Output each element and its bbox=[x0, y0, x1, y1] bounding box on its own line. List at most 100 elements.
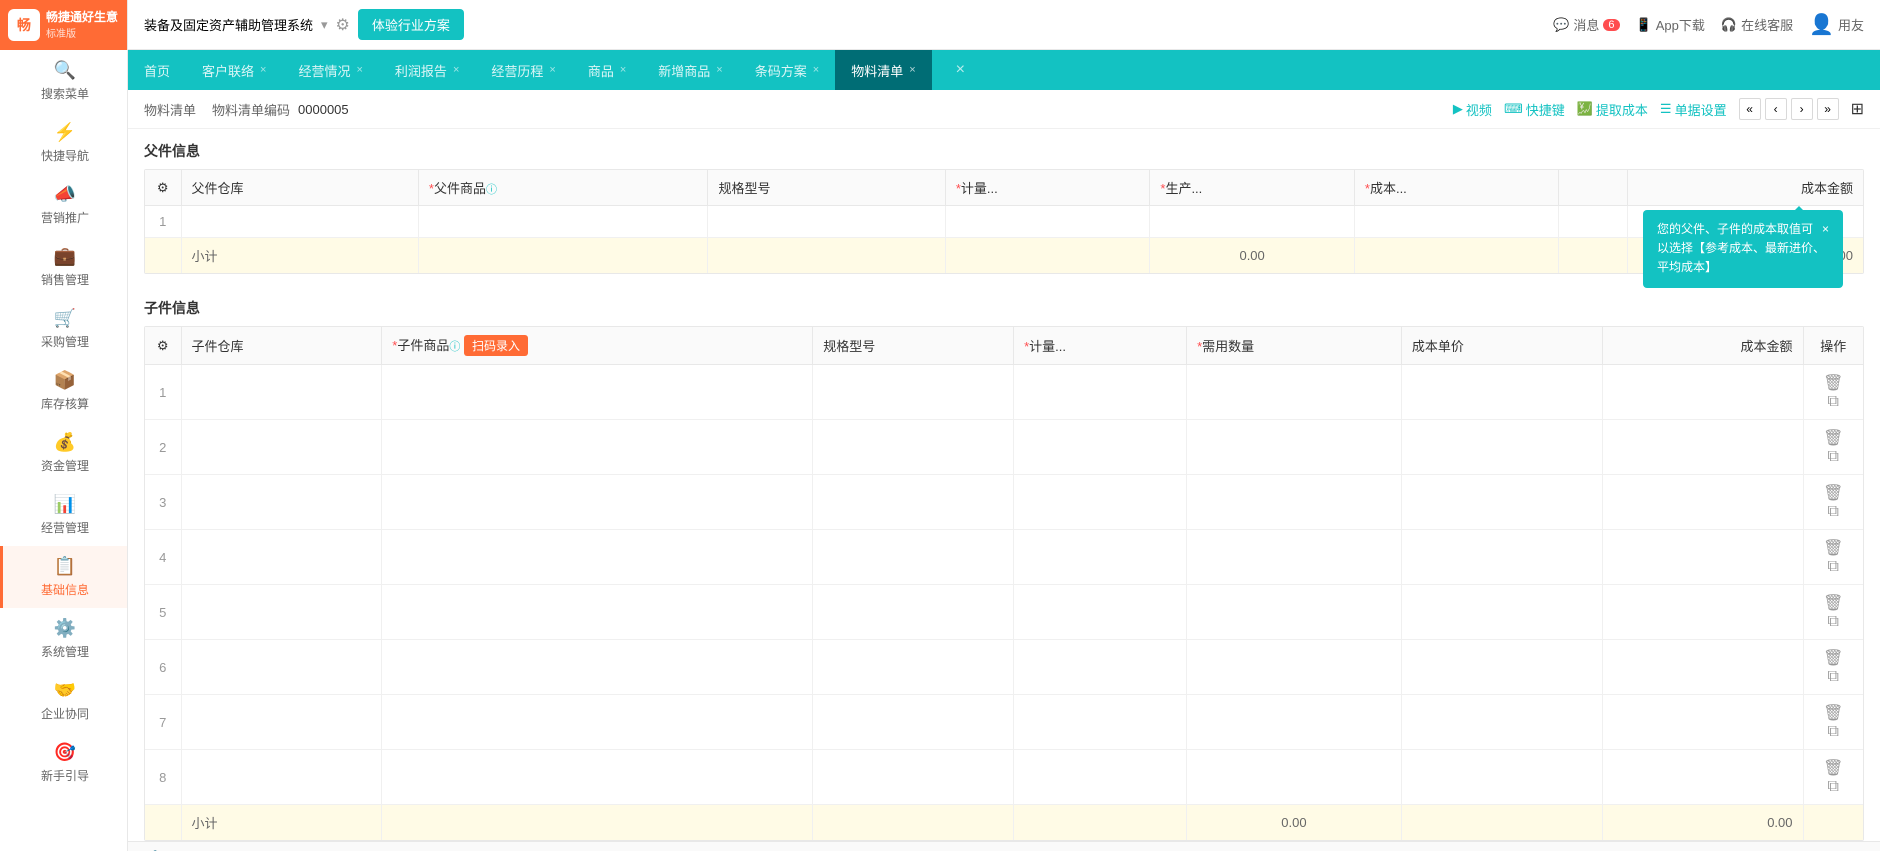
tab-history-close[interactable]: × bbox=[549, 64, 555, 76]
child-row-6-unit[interactable] bbox=[1014, 640, 1187, 695]
copy-icon[interactable]: ⧉ bbox=[1828, 393, 1839, 410]
tab-profit[interactable]: 利润报告 × bbox=[379, 50, 475, 90]
child-row-8-qty[interactable] bbox=[1187, 750, 1402, 805]
tab-operation-close[interactable]: × bbox=[356, 64, 362, 76]
copy-icon[interactable]: ⧉ bbox=[1828, 613, 1839, 630]
child-row-5-spec[interactable] bbox=[813, 585, 1014, 640]
tab-operation[interactable]: 经营情况 × bbox=[282, 50, 378, 90]
child-row-2-unit[interactable] bbox=[1014, 420, 1187, 475]
sidebar-item-collab[interactable]: 🤝 企业协同 bbox=[0, 670, 127, 732]
sidebar-item-business[interactable]: 📊 经营管理 bbox=[0, 484, 127, 546]
child-row-1-qty[interactable] bbox=[1187, 365, 1402, 420]
tab-goods-close[interactable]: × bbox=[620, 64, 626, 76]
parent-row-1-warehouse[interactable] bbox=[181, 206, 418, 238]
child-row-8-unit[interactable] bbox=[1014, 750, 1187, 805]
child-row-7-unit[interactable] bbox=[1014, 695, 1187, 750]
tab-barcode[interactable]: 条码方案 × bbox=[739, 50, 835, 90]
copy-icon[interactable]: ⧉ bbox=[1828, 668, 1839, 685]
child-row-8-warehouse[interactable] bbox=[181, 750, 382, 805]
tab-customer[interactable]: 客户联络 × bbox=[186, 50, 282, 90]
child-row-3-warehouse[interactable] bbox=[181, 475, 382, 530]
child-row-1-spec[interactable] bbox=[813, 365, 1014, 420]
sidebar-item-purchase[interactable]: 🛒 采购管理 bbox=[0, 298, 127, 360]
grid-view-icon[interactable]: ⊞ bbox=[1851, 99, 1864, 119]
delete-icon[interactable]: 🗑 bbox=[1823, 705, 1843, 722]
child-row-7-warehouse[interactable] bbox=[181, 695, 382, 750]
delete-icon[interactable]: 🗑 bbox=[1823, 485, 1843, 502]
child-row-6-goods[interactable] bbox=[382, 640, 813, 695]
child-row-5-unit[interactable] bbox=[1014, 585, 1187, 640]
delete-icon[interactable]: 🗑 bbox=[1823, 430, 1843, 447]
child-row-4-spec[interactable] bbox=[813, 530, 1014, 585]
delete-icon[interactable]: 🗑 bbox=[1823, 595, 1843, 612]
child-row-6-unit-cost[interactable] bbox=[1401, 640, 1602, 695]
sidebar-item-guide[interactable]: 🎯 新手引导 bbox=[0, 732, 127, 794]
nav-global-close[interactable]: × bbox=[948, 61, 973, 79]
child-row-5-qty[interactable] bbox=[1187, 585, 1402, 640]
delete-icon[interactable]: 🗑 bbox=[1823, 760, 1843, 777]
copy-icon[interactable]: ⧉ bbox=[1828, 723, 1839, 740]
child-row-4-qty[interactable] bbox=[1187, 530, 1402, 585]
action-single-setting[interactable]: ☰ 单据设置 bbox=[1660, 100, 1727, 119]
parent-th-settings[interactable]: ⚙ bbox=[145, 170, 181, 206]
settings-icon[interactable]: ⚙ bbox=[336, 15, 350, 35]
copy-icon[interactable]: ⧉ bbox=[1828, 448, 1839, 465]
prev-first-btn[interactable]: « bbox=[1739, 98, 1761, 120]
tab-bom-close[interactable]: × bbox=[909, 64, 915, 76]
child-row-7-spec[interactable] bbox=[813, 695, 1014, 750]
child-th-settings[interactable]: ⚙ bbox=[145, 327, 181, 365]
delete-icon[interactable]: 🗑 bbox=[1823, 650, 1843, 667]
parent-row-1-cost[interactable] bbox=[1354, 206, 1559, 238]
child-row-2-qty[interactable] bbox=[1187, 420, 1402, 475]
child-row-3-spec[interactable] bbox=[813, 475, 1014, 530]
user-item[interactable]: 👤 用友 bbox=[1809, 12, 1864, 37]
tab-goods[interactable]: 商品 × bbox=[572, 50, 642, 90]
child-row-7-qty[interactable] bbox=[1187, 695, 1402, 750]
child-row-4-goods[interactable] bbox=[382, 530, 813, 585]
delete-icon[interactable]: 🗑 bbox=[1823, 375, 1843, 392]
breadcrumb-bom[interactable]: 物料清单 bbox=[144, 100, 196, 119]
message-item[interactable]: 💬 消息 6 bbox=[1553, 15, 1619, 34]
action-view[interactable]: ▶ 视频 bbox=[1453, 100, 1492, 119]
child-row-7-unit-cost[interactable] bbox=[1401, 695, 1602, 750]
child-row-8-spec[interactable] bbox=[813, 750, 1014, 805]
copy-icon[interactable]: ⧉ bbox=[1828, 778, 1839, 795]
parent-row-1-goods[interactable] bbox=[418, 206, 708, 238]
child-row-8-goods[interactable] bbox=[382, 750, 813, 805]
action-extract-cost[interactable]: 💹 提取成本 bbox=[1577, 100, 1648, 119]
child-row-1-warehouse[interactable] bbox=[181, 365, 382, 420]
parent-row-1-spec[interactable] bbox=[708, 206, 945, 238]
child-row-7-goods[interactable] bbox=[382, 695, 813, 750]
sidebar-item-finance[interactable]: 💰 资金管理 bbox=[0, 422, 127, 484]
child-row-2-goods[interactable] bbox=[382, 420, 813, 475]
copy-icon[interactable]: ⧉ bbox=[1828, 558, 1839, 575]
child-row-6-warehouse[interactable] bbox=[181, 640, 382, 695]
sidebar-item-marketing[interactable]: 📣 营销推广 bbox=[0, 174, 127, 236]
tab-new-goods[interactable]: 新增商品 × bbox=[642, 50, 738, 90]
child-row-2-spec[interactable] bbox=[813, 420, 1014, 475]
delete-icon[interactable]: 🗑 bbox=[1823, 540, 1843, 557]
child-row-5-unit-cost[interactable] bbox=[1401, 585, 1602, 640]
parent-row-1-unit[interactable] bbox=[945, 206, 1150, 238]
online-service-item[interactable]: 🎧 在线客服 bbox=[1721, 15, 1793, 34]
child-row-3-unit-cost[interactable] bbox=[1401, 475, 1602, 530]
parent-row-1-production[interactable] bbox=[1150, 206, 1355, 238]
action-shortcut[interactable]: ⌨ 快捷键 bbox=[1504, 100, 1565, 119]
next-last-btn[interactable]: » bbox=[1817, 98, 1839, 120]
child-row-4-unit-cost[interactable] bbox=[1401, 530, 1602, 585]
sidebar-item-sales[interactable]: 💼 销售管理 bbox=[0, 236, 127, 298]
child-row-2-warehouse[interactable] bbox=[181, 420, 382, 475]
tab-customer-close[interactable]: × bbox=[260, 64, 266, 76]
child-row-5-goods[interactable] bbox=[382, 585, 813, 640]
copy-icon[interactable]: ⧉ bbox=[1828, 503, 1839, 520]
tab-barcode-close[interactable]: × bbox=[813, 64, 819, 76]
child-row-8-unit-cost[interactable] bbox=[1401, 750, 1602, 805]
dropdown-icon[interactable]: ▾ bbox=[321, 17, 328, 33]
scan-button[interactable]: 扫码录入 bbox=[464, 335, 528, 356]
child-row-3-unit[interactable] bbox=[1014, 475, 1187, 530]
child-row-3-goods[interactable] bbox=[382, 475, 813, 530]
sidebar-item-system[interactable]: ⚙️ 系统管理 bbox=[0, 608, 127, 670]
child-row-1-unit-cost[interactable] bbox=[1401, 365, 1602, 420]
child-row-1-goods[interactable] bbox=[382, 365, 813, 420]
tooltip-close-btn[interactable]: × bbox=[1822, 220, 1829, 239]
